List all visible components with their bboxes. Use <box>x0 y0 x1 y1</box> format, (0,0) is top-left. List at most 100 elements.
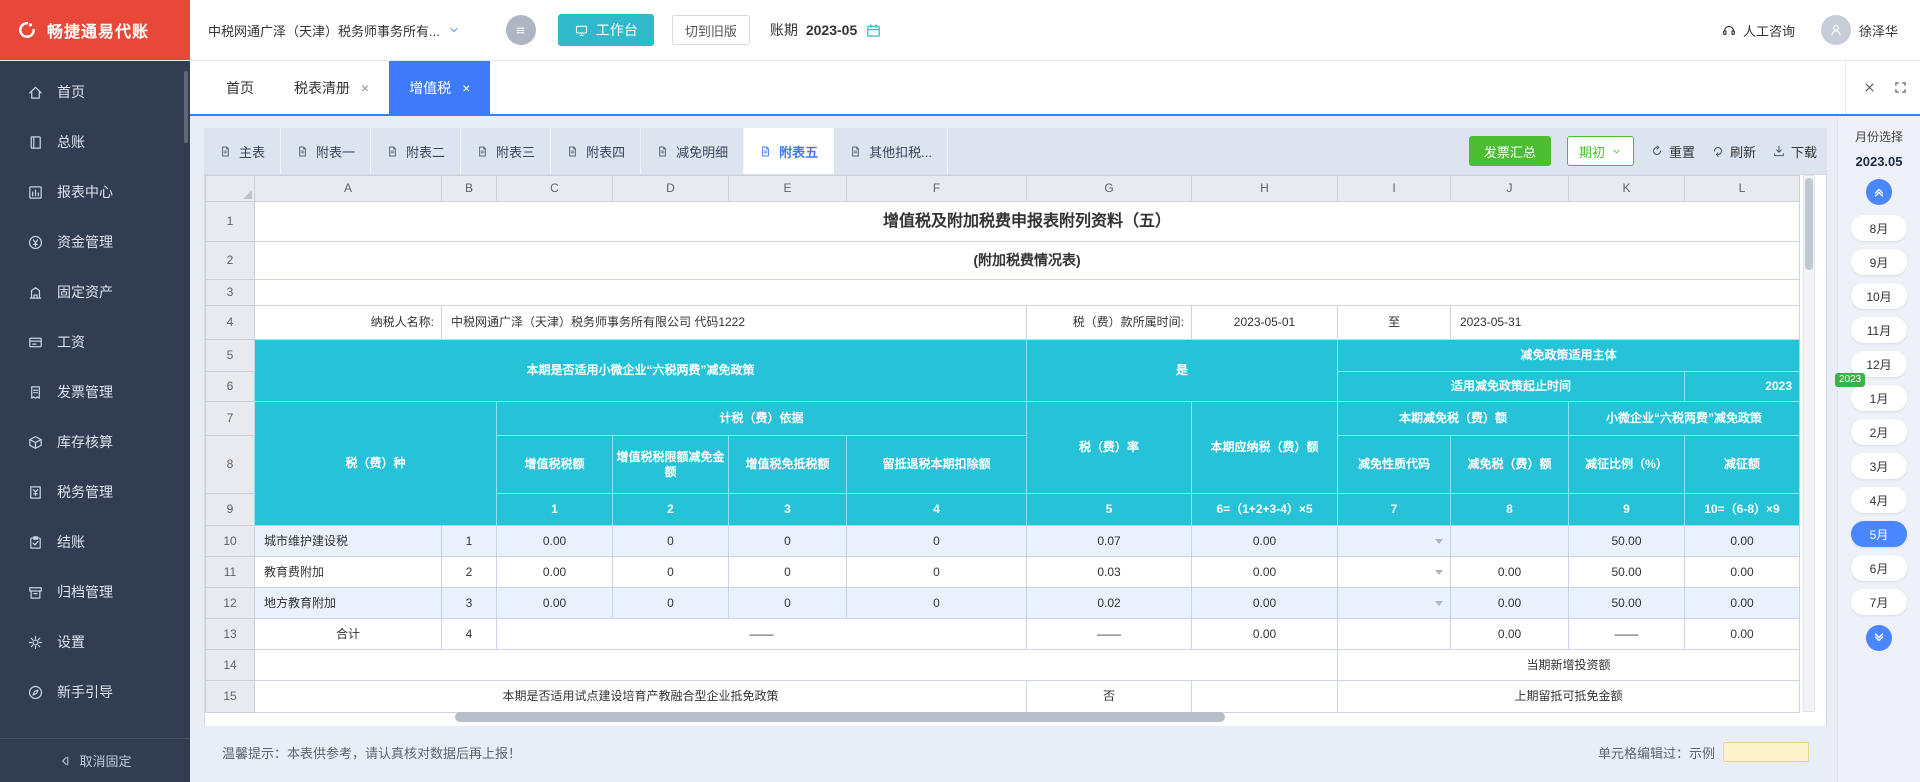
reset-button[interactable]: 重置 <box>1650 142 1695 161</box>
sheet-cell[interactable]: 2023-05-31 <box>1450 305 1800 340</box>
column-header-D[interactable]: D <box>612 175 729 202</box>
sheet-cell[interactable]: 0.00 <box>1684 556 1800 588</box>
sidebar-item-guide[interactable]: 新手引导 <box>0 667 190 717</box>
user-account[interactable]: 徐泽华 <box>1820 15 1898 45</box>
opening-period-button[interactable]: 期初 <box>1566 136 1634 166</box>
column-header-H[interactable]: H <box>1191 175 1338 202</box>
sheet-cell[interactable]: —— <box>1568 618 1685 650</box>
sheet-cell[interactable]: 城市维护建设税 <box>254 525 442 557</box>
month-item-2月[interactable]: 2月 <box>1851 419 1907 445</box>
sheet-cell[interactable]: 0.00 <box>1191 587 1338 619</box>
download-button[interactable]: 下载 <box>1772 142 1817 161</box>
sheet-cell[interactable]: 0 <box>846 556 1027 588</box>
sheet-cell[interactable]: 减免性质代码 <box>1337 435 1451 494</box>
sheet-cell[interactable] <box>254 649 1338 681</box>
sheet-cell[interactable]: 税（费）款所属时间: <box>1026 305 1192 340</box>
scroll-months-down-button[interactable] <box>1866 625 1892 651</box>
row-header-14[interactable]: 14 <box>205 649 255 681</box>
sidebar-item-invoice[interactable]: 发票管理 <box>0 367 190 417</box>
unpin-sidebar-button[interactable]: 取消固定 <box>0 738 190 782</box>
row-header-11[interactable]: 11 <box>205 556 255 588</box>
close-tab-icon[interactable]: × <box>462 81 470 95</box>
sheet-cell[interactable]: 7 <box>1337 493 1451 526</box>
period-value[interactable]: 2023-05 <box>806 22 857 38</box>
sheet-cell[interactable]: 税（费）种 <box>254 401 497 526</box>
sheet-cell[interactable]: 本期是否适用试点建设培育产教融合型企业抵免政策 <box>254 680 1027 713</box>
sheet-cell[interactable]: 3 <box>441 587 497 619</box>
sidebar-item-report-center[interactable]: 报表中心 <box>0 167 190 217</box>
sheet-cell[interactable]: 0 <box>728 525 847 557</box>
column-header-A[interactable]: A <box>254 175 442 202</box>
row-header-5[interactable]: 5 <box>205 339 255 372</box>
month-item-9月[interactable]: 9月 <box>1851 249 1907 275</box>
close-all-tabs-icon[interactable] <box>1862 80 1877 95</box>
subtab-appendix-2[interactable]: 附表二 <box>371 128 462 174</box>
row-header-12[interactable]: 12 <box>205 587 255 619</box>
sheet-cell[interactable]: 0.00 <box>1450 587 1569 619</box>
sheet-cell[interactable]: 0 <box>728 556 847 588</box>
invoice-summary-button[interactable]: 发票汇总 <box>1468 136 1551 166</box>
cell-dropdown-icon[interactable] <box>1435 539 1443 544</box>
sheet-cell[interactable]: 3 <box>728 493 847 526</box>
row-header-3[interactable]: 3 <box>205 279 255 306</box>
sheet-cell[interactable]: 0.00 <box>496 556 613 588</box>
sidebar-item-fixed-assets[interactable]: 固定资产 <box>0 267 190 317</box>
month-item-1月[interactable]: 1月 <box>1851 385 1907 411</box>
sidebar-item-archive[interactable]: 归档管理 <box>0 567 190 617</box>
month-item-8月[interactable]: 8月 <box>1851 215 1907 241</box>
column-header-G[interactable]: G <box>1026 175 1192 202</box>
sheet-cell[interactable]: 是 <box>1026 339 1338 402</box>
sheet-cell[interactable]: 中税网通广泽（天津）税务师事务所有限公司 代码1222 <box>441 305 1027 340</box>
sheet-cell[interactable]: 减征额 <box>1684 435 1800 494</box>
sheet-cell[interactable] <box>1337 618 1451 650</box>
sheet-cell[interactable]: 增值税税限额减免金额 <box>612 435 729 494</box>
sidebar-item-tax[interactable]: 税务管理 <box>0 467 190 517</box>
calendar-icon[interactable] <box>865 22 882 39</box>
tab-tax-form-list[interactable]: 税表清册 × <box>274 61 389 114</box>
sidebar-item-settings[interactable]: 设置 <box>0 617 190 667</box>
column-header-L[interactable]: L <box>1684 175 1800 202</box>
row-header-6[interactable]: 6 <box>205 371 255 402</box>
sheet-cell[interactable]: 5 <box>1026 493 1192 526</box>
company-selector[interactable]: 中税网通广泽（天津）税务师事务所有... <box>208 21 460 40</box>
sidebar-item-general-ledger[interactable]: 总账 <box>0 117 190 167</box>
sheet-cell[interactable]: 0 <box>728 587 847 619</box>
sheet-cell[interactable]: 减征比例（%） <box>1568 435 1685 494</box>
tab-home[interactable]: 首页 <box>206 61 274 114</box>
column-header-B[interactable]: B <box>441 175 497 202</box>
row-header-7[interactable]: 7 <box>205 401 255 436</box>
sheet-cell[interactable]: 0.00 <box>1450 556 1569 588</box>
sheet-cell[interactable]: 50.00 <box>1568 587 1685 619</box>
row-header-4[interactable]: 4 <box>205 305 255 340</box>
subtab-deduction-detail[interactable]: 减免明细 <box>641 128 745 174</box>
sheet-cell[interactable]: 否 <box>1026 680 1192 713</box>
subtab-appendix-1[interactable]: 附表一 <box>281 128 372 174</box>
sheet-cell[interactable]: 地方教育附加 <box>254 587 442 619</box>
month-item-5月[interactable]: 5月 <box>1851 521 1907 547</box>
sheet-cell[interactable]: 4 <box>441 618 497 650</box>
sheet-cell[interactable]: —— <box>496 618 1027 650</box>
sheet-cell[interactable] <box>254 279 1800 306</box>
month-item-6月[interactable]: 6月 <box>1851 555 1907 581</box>
sheet-cell[interactable]: 1 <box>441 525 497 557</box>
sheet-cell[interactable]: 合计 <box>254 618 442 650</box>
column-header-F[interactable]: F <box>846 175 1027 202</box>
vertical-scrollbar-thumb[interactable] <box>1805 178 1813 270</box>
sheet-cell[interactable]: 1 <box>496 493 613 526</box>
refresh-button[interactable]: 刷新 <box>1711 142 1756 161</box>
row-header-15[interactable]: 15 <box>205 680 255 713</box>
sidebar-scrollbar[interactable] <box>184 71 188 143</box>
sheet-cell[interactable]: 6=（1+2+3-4）×5 <box>1191 493 1338 526</box>
sheet-cell[interactable]: 0.00 <box>496 525 613 557</box>
sheet-cell[interactable]: 0.00 <box>1191 525 1338 557</box>
sheet-cell[interactable]: 50.00 <box>1568 525 1685 557</box>
sheet-cell[interactable]: 8 <box>1450 493 1569 526</box>
sheet-cell[interactable]: 小微企业“六税两费”减免政策 <box>1568 401 1800 436</box>
sheet-cell[interactable]: 4 <box>846 493 1027 526</box>
sheet-cell[interactable]: 纳税人名称: <box>254 305 442 340</box>
sheet-cell[interactable]: 2 <box>612 493 729 526</box>
sheet-cell[interactable] <box>1450 525 1569 557</box>
row-header-10[interactable]: 10 <box>205 525 255 557</box>
sheet-cell[interactable]: 0.00 <box>1450 618 1569 650</box>
row-header-1[interactable]: 1 <box>205 201 255 242</box>
